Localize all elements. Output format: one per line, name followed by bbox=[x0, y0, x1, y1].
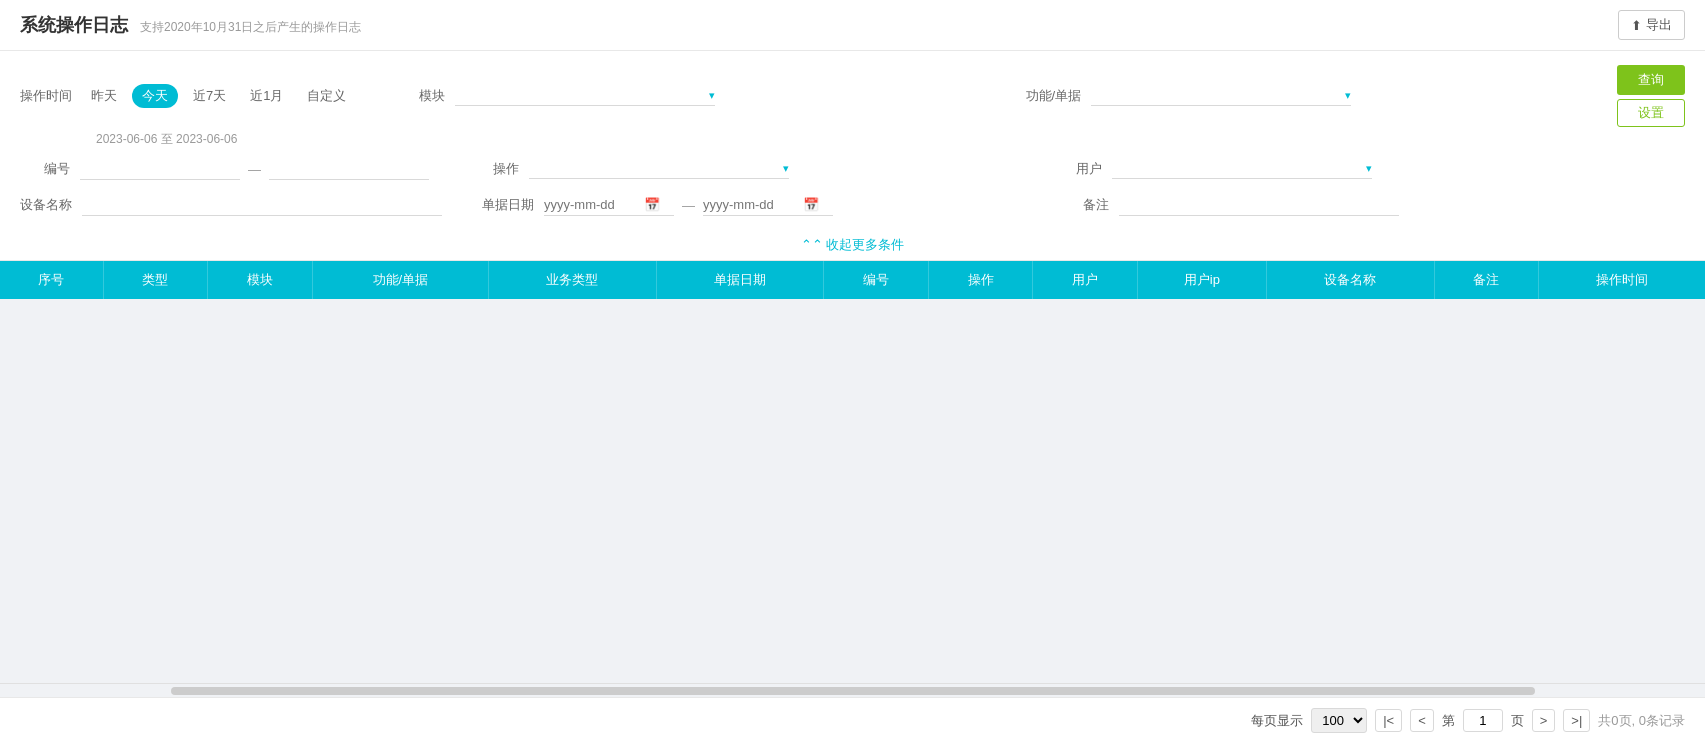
time-btn-custom[interactable]: 自定义 bbox=[298, 84, 355, 108]
col-biz-type: 业务类型 bbox=[489, 261, 657, 299]
date-to-wrap: 📅 bbox=[703, 194, 833, 216]
page-title: 系统操作日志 bbox=[20, 13, 128, 37]
calendar-from-icon[interactable]: 📅 bbox=[644, 197, 660, 212]
col-doc-date: 单据日期 bbox=[656, 261, 824, 299]
time-btn-7days[interactable]: 近7天 bbox=[184, 84, 235, 108]
col-module: 模块 bbox=[208, 261, 312, 299]
time-btn-1month[interactable]: 近1月 bbox=[241, 84, 292, 108]
feature-dropdown-arrow: ▾ bbox=[1345, 89, 1351, 102]
page-size-label: 每页显示 bbox=[1251, 712, 1303, 730]
user-dropdown-arrow: ▾ bbox=[1366, 162, 1372, 175]
page-number-input[interactable] bbox=[1463, 709, 1503, 732]
col-op-time: 操作时间 bbox=[1538, 261, 1705, 299]
collapse-button[interactable]: ⌃⌃ 收起更多条件 bbox=[801, 236, 905, 254]
number-field-group: 编号 — bbox=[20, 158, 429, 180]
operation-label: 操作 bbox=[469, 160, 529, 178]
first-page-button[interactable]: |< bbox=[1375, 709, 1402, 732]
filter-row-3: 设备名称 单据日期 📅 — 📅 bbox=[20, 194, 1685, 216]
time-field-group: 操作时间 昨天 今天 近7天 近1月 自定义 bbox=[20, 84, 355, 108]
col-device: 设备名称 bbox=[1266, 261, 1434, 299]
filter-inner: 操作时间 昨天 今天 近7天 近1月 自定义 模块 ▾ bbox=[0, 51, 1705, 216]
table-head: 序号 类型 模块 功能/单据 业务类型 单据日期 编号 操作 用户 用户ip 设… bbox=[0, 261, 1705, 299]
date-from-wrap: 📅 bbox=[544, 194, 674, 216]
user-label: 用户 bbox=[1032, 160, 1112, 178]
data-table: 序号 类型 模块 功能/单据 业务类型 单据日期 编号 操作 用户 用户ip 设… bbox=[0, 261, 1705, 299]
page-wrapper: 系统操作日志 支持2020年10月31日之后产生的操作日志 ⬆ 导出 操作时间 … bbox=[0, 0, 1705, 743]
collapse-bar: ⌃⌃ 收起更多条件 bbox=[0, 230, 1705, 261]
action-buttons: 查询 设置 bbox=[1617, 65, 1685, 127]
pagination: 每页显示 100 50 200 |< < 第 页 > >| 共0页, 0条记录 bbox=[0, 697, 1705, 743]
last-page-button[interactable]: >| bbox=[1563, 709, 1590, 732]
date-to-input[interactable] bbox=[703, 197, 803, 212]
scroll-area[interactable] bbox=[0, 683, 1705, 697]
col-operation: 操作 bbox=[928, 261, 1032, 299]
operation-dropdown-arrow: ▾ bbox=[783, 162, 789, 175]
col-user-ip: 用户ip bbox=[1137, 261, 1266, 299]
export-label: 导出 bbox=[1646, 16, 1672, 34]
scroll-track bbox=[171, 687, 1535, 695]
feature-dropdown[interactable]: ▾ bbox=[1091, 86, 1351, 106]
export-button[interactable]: ⬆ 导出 bbox=[1618, 10, 1685, 40]
page-label: 第 bbox=[1442, 712, 1455, 730]
title-area: 系统操作日志 支持2020年10月31日之后产生的操作日志 bbox=[20, 13, 361, 37]
col-code: 编号 bbox=[824, 261, 928, 299]
module-dropdown-arrow: ▾ bbox=[709, 89, 715, 102]
device-label: 设备名称 bbox=[20, 196, 82, 214]
time-range-display: 2023-06-06 至 2023-06-06 bbox=[90, 131, 1685, 148]
table-wrap: 序号 类型 模块 功能/单据 业务类型 单据日期 编号 操作 用户 用户ip 设… bbox=[0, 261, 1705, 683]
number-dash: — bbox=[248, 162, 261, 177]
operation-field-group: 操作 ▾ bbox=[469, 159, 1002, 179]
number-input-from[interactable] bbox=[80, 158, 240, 180]
col-user: 用户 bbox=[1033, 261, 1137, 299]
time-label: 操作时间 bbox=[20, 87, 82, 105]
col-remark: 备注 bbox=[1434, 261, 1538, 299]
calendar-to-icon[interactable]: 📅 bbox=[803, 197, 819, 212]
time-btn-yesterday[interactable]: 昨天 bbox=[82, 84, 126, 108]
filter-row-1: 操作时间 昨天 今天 近7天 近1月 自定义 模块 ▾ bbox=[20, 65, 1685, 127]
device-field-group: 设备名称 bbox=[20, 194, 442, 216]
module-label: 模块 bbox=[395, 87, 455, 105]
feature-field-group: 功能/单据 ▾ bbox=[1011, 86, 1597, 106]
col-feature: 功能/单据 bbox=[312, 261, 488, 299]
col-type: 类型 bbox=[103, 261, 207, 299]
table-header-row: 序号 类型 模块 功能/单据 业务类型 单据日期 编号 操作 用户 用户ip 设… bbox=[0, 261, 1705, 299]
time-btn-today[interactable]: 今天 bbox=[132, 84, 178, 108]
time-range-text: 2023-06-06 至 2023-06-06 bbox=[96, 132, 237, 146]
number-label: 编号 bbox=[20, 160, 80, 178]
remark-input[interactable] bbox=[1119, 194, 1399, 216]
remark-label: 备注 bbox=[1039, 196, 1119, 214]
user-dropdown[interactable]: ▾ bbox=[1112, 159, 1372, 179]
prev-page-button[interactable]: < bbox=[1410, 709, 1434, 732]
operation-dropdown[interactable]: ▾ bbox=[529, 159, 789, 179]
date-dash: — bbox=[682, 198, 695, 213]
export-icon: ⬆ bbox=[1631, 18, 1642, 33]
filter-row-2: 编号 — 操作 ▾ 用户 bbox=[20, 158, 1685, 180]
settings-button[interactable]: 设置 bbox=[1617, 99, 1685, 127]
collapse-label: 收起更多条件 bbox=[826, 237, 904, 252]
feature-label: 功能/单据 bbox=[1011, 87, 1091, 105]
time-buttons: 昨天 今天 近7天 近1月 自定义 bbox=[82, 84, 355, 108]
filter-section: 操作时间 昨天 今天 近7天 近1月 自定义 模块 ▾ bbox=[0, 51, 1705, 261]
col-number: 序号 bbox=[0, 261, 103, 299]
next-page-button[interactable]: > bbox=[1532, 709, 1556, 732]
module-field-group: 模块 ▾ bbox=[395, 86, 981, 106]
device-input[interactable] bbox=[82, 194, 442, 216]
number-input-to[interactable] bbox=[269, 158, 429, 180]
page-size-select[interactable]: 100 50 200 bbox=[1311, 708, 1367, 733]
date-label: 单据日期 bbox=[482, 196, 544, 214]
page-header: 系统操作日志 支持2020年10月31日之后产生的操作日志 ⬆ 导出 bbox=[0, 0, 1705, 51]
date-from-input[interactable] bbox=[544, 197, 644, 212]
user-field-group: 用户 ▾ bbox=[1032, 159, 1565, 179]
total-info: 共0页, 0条记录 bbox=[1598, 712, 1685, 730]
date-field-group: 单据日期 📅 — 📅 bbox=[482, 194, 1009, 216]
page-unit: 页 bbox=[1511, 712, 1524, 730]
remark-field-group: 备注 bbox=[1039, 194, 1566, 216]
query-button[interactable]: 查询 bbox=[1617, 65, 1685, 95]
collapse-icon: ⌃⌃ bbox=[801, 237, 823, 252]
page-subtitle: 支持2020年10月31日之后产生的操作日志 bbox=[140, 19, 361, 36]
module-dropdown[interactable]: ▾ bbox=[455, 86, 715, 106]
